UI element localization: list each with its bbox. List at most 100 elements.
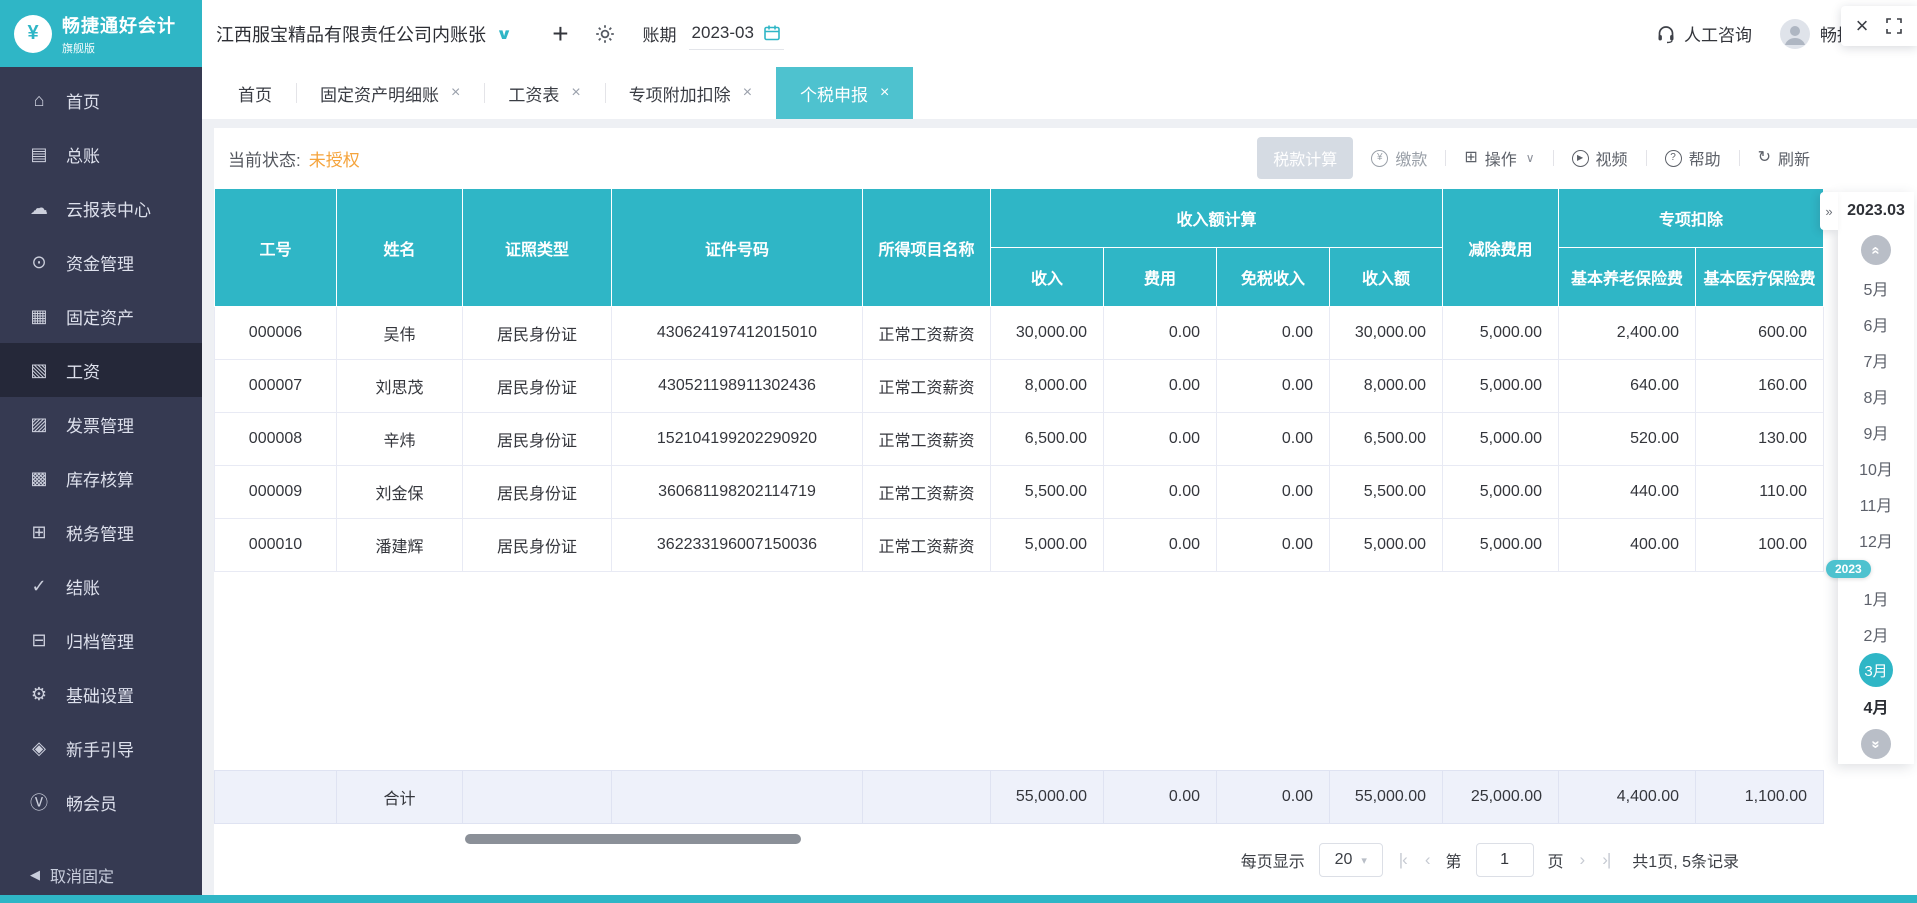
month-label: 5月 [1863,282,1889,299]
calendar-icon [763,24,781,42]
column-header: 基本养老保险费 [1558,247,1697,307]
close-icon[interactable]: × [1856,15,1869,37]
sidebar-item-label: 首页 [66,92,100,112]
cell-fee: 0.00 [1103,465,1217,519]
pay-button[interactable]: ¥ 缴款 [1371,146,1427,170]
sidebar-item-funds[interactable]: ⊙ 资金管理 [0,235,202,289]
month-item[interactable]: 7月 [1838,342,1914,378]
month-item[interactable]: 8月 [1838,378,1914,414]
sidebar-item-guide[interactable]: ◈ 新手引导 [0,721,202,775]
tab-home[interactable]: 首页 × [214,67,296,119]
divider [1738,150,1740,166]
column-header: 工号 [214,188,337,307]
cell-tax-free-income: 0.00 [1216,518,1330,572]
month-label: 3月 [1859,653,1893,687]
sidebar-item-label: 固定资产 [66,308,134,328]
total-cell [214,770,337,824]
total-fee: 0.00 [1103,770,1217,824]
help-button[interactable]: ? 帮助 [1664,146,1721,170]
collapse-left-icon: ◀ [30,867,40,882]
month-item[interactable]: 12月 [1838,522,1914,558]
cell-id-type: 居民身份证 [462,306,612,360]
sidebar-item-inventory[interactable]: ▩ 库存核算 [0,451,202,505]
per-page-select[interactable]: 20 ▾ [1318,843,1383,877]
month-label: 2月 [1863,628,1889,645]
refresh-label: 刷新 [1777,152,1810,169]
scroll-up-button[interactable]: « [1861,235,1891,265]
column-header: 所得项目名称 [862,188,991,307]
month-item[interactable]: 2月 [1838,616,1914,652]
operations-dropdown[interactable]: ⊞ 操作 ∨ [1464,146,1534,170]
sidebar-item-general-ledger[interactable]: ▤ 总账 [0,127,202,181]
support-button[interactable]: 人工咨询 [1656,21,1752,46]
total-label: 合计 [336,770,463,824]
sidebar-item-tax[interactable]: ⊞ 税务管理 [0,505,202,559]
month-item[interactable]: 11月 [1838,486,1914,522]
tab-close-icon[interactable]: × [571,85,580,101]
month-item[interactable]: 3月 [1838,652,1914,688]
sidebar-item-settings[interactable]: ⚙ 基础设置 [0,667,202,721]
tab-bar: 首页 × 固定资产明细账 × 工资表 × 专项附加扣除 × [202,67,1917,120]
horizontal-scrollbar[interactable] [465,834,801,844]
sidebar-item-salary[interactable]: ▧ 工资 [0,343,202,397]
last-page-icon[interactable]: ›| [1600,850,1612,870]
month-item[interactable]: 1月 [1838,580,1914,616]
next-page-icon[interactable]: › [1578,850,1587,870]
tab-special-deduction[interactable]: 专项附加扣除 × [604,67,776,119]
collapse-panel-button[interactable]: » [1820,192,1838,230]
sidebar-item-cloud-reports[interactable]: ☁ 云报表中心 [0,181,202,235]
month-item[interactable]: 5月 [1838,270,1914,306]
tab-tax-filing[interactable]: 个税申报 × [776,67,914,119]
divider [1445,150,1447,166]
tab-close-icon[interactable]: × [743,85,752,101]
cell-income: 8,000.00 [990,359,1104,413]
sidebar-item-member[interactable]: Ⓥ 畅会员 [0,775,202,829]
period-label: 账期 [642,26,677,45]
sidebar-item-fixed-assets[interactable]: ▦ 固定资产 [0,289,202,343]
prev-page-icon[interactable]: ‹ [1423,850,1432,870]
cell-income-item: 正常工资薪资 [862,465,991,519]
video-button[interactable]: ▶ 视频 [1571,146,1628,170]
scroll-down-button[interactable]: » [1861,729,1891,759]
tab-salary-sheet[interactable]: 工资表 × [484,67,604,119]
refresh-button[interactable]: ↻ 刷新 [1758,146,1810,170]
tab-fixed-asset-detail[interactable]: 固定资产明细账 × [296,67,484,119]
sidebar-item-archive[interactable]: ⊟ 归档管理 [0,613,202,667]
fullscreen-icon[interactable] [1886,18,1903,34]
unpin-sidebar-button[interactable]: ◀ 取消固定 [0,863,202,887]
total-income: 55,000.00 [990,770,1104,824]
month-item[interactable]: 9月 [1838,414,1914,450]
table-row[interactable]: 000007 刘思茂 居民身份证 430521198911302436 正常工资… [214,359,1825,413]
gear-icon[interactable] [595,24,615,44]
sidebar-item-invoices[interactable]: ▨ 发票管理 [0,397,202,451]
add-account-button[interactable]: + [552,19,568,48]
cell-pension-insurance: 520.00 [1558,412,1697,466]
sidebar-item-home[interactable]: ⌂ 首页 [0,73,202,127]
sidebar-item-closing[interactable]: ✓ 结账 [0,559,202,613]
cell-pension-insurance: 2,400.00 [1558,306,1697,360]
chevron-down-icon: ∨ [495,25,513,43]
cell-deduction: 5,000.00 [1442,306,1560,360]
first-page-icon[interactable]: |‹ [1397,850,1409,870]
cell-pension-insurance: 640.00 [1558,359,1697,413]
month-item[interactable]: 6月 [1838,306,1914,342]
month-item[interactable]: 2023 [1826,558,1914,580]
month-item[interactable]: 10月 [1838,450,1914,486]
content-panel: 当前状态: 未授权 税款计算 ¥ 缴款 ⊞ 操作 ∨ ▶ 视频 ? 帮助 ↻ 刷… [214,128,1917,895]
page-suffix-label: 页 [1547,854,1564,871]
table-row[interactable]: 000008 辛炜 居民身份证 152104199202290920 正常工资薪… [214,412,1825,466]
tax-calculate-button[interactable]: 税款计算 [1257,137,1354,179]
tax-declaration-grid: 工号 姓名 证照类型 证件号码 所得项目名称 收入额计算 减除费用 专项扣除 收… [214,188,1825,572]
cell-id-number: 430624197412015010 [611,306,863,360]
page-number-input[interactable] [1475,843,1534,877]
table-row[interactable]: 000006 吴伟 居民身份证 430624197412015010 正常工资薪… [214,306,1825,360]
table-row[interactable]: 000010 潘建辉 居民身份证 362233196007150036 正常工资… [214,518,1825,572]
month-item[interactable]: 4月 [1838,688,1914,724]
tab-close-icon[interactable]: × [451,85,460,101]
company-selector[interactable]: 江西服宝精品有限责任公司内账张 ∨ [216,21,513,47]
table-row[interactable]: 000009 刘金保 居民身份证 360681198202114719 正常工资… [214,465,1825,519]
tab-close-icon[interactable]: × [880,85,889,101]
page-prefix-label: 第 [1445,854,1462,871]
avatar[interactable] [1780,18,1810,49]
period-picker[interactable]: 2023-03 [688,17,784,50]
